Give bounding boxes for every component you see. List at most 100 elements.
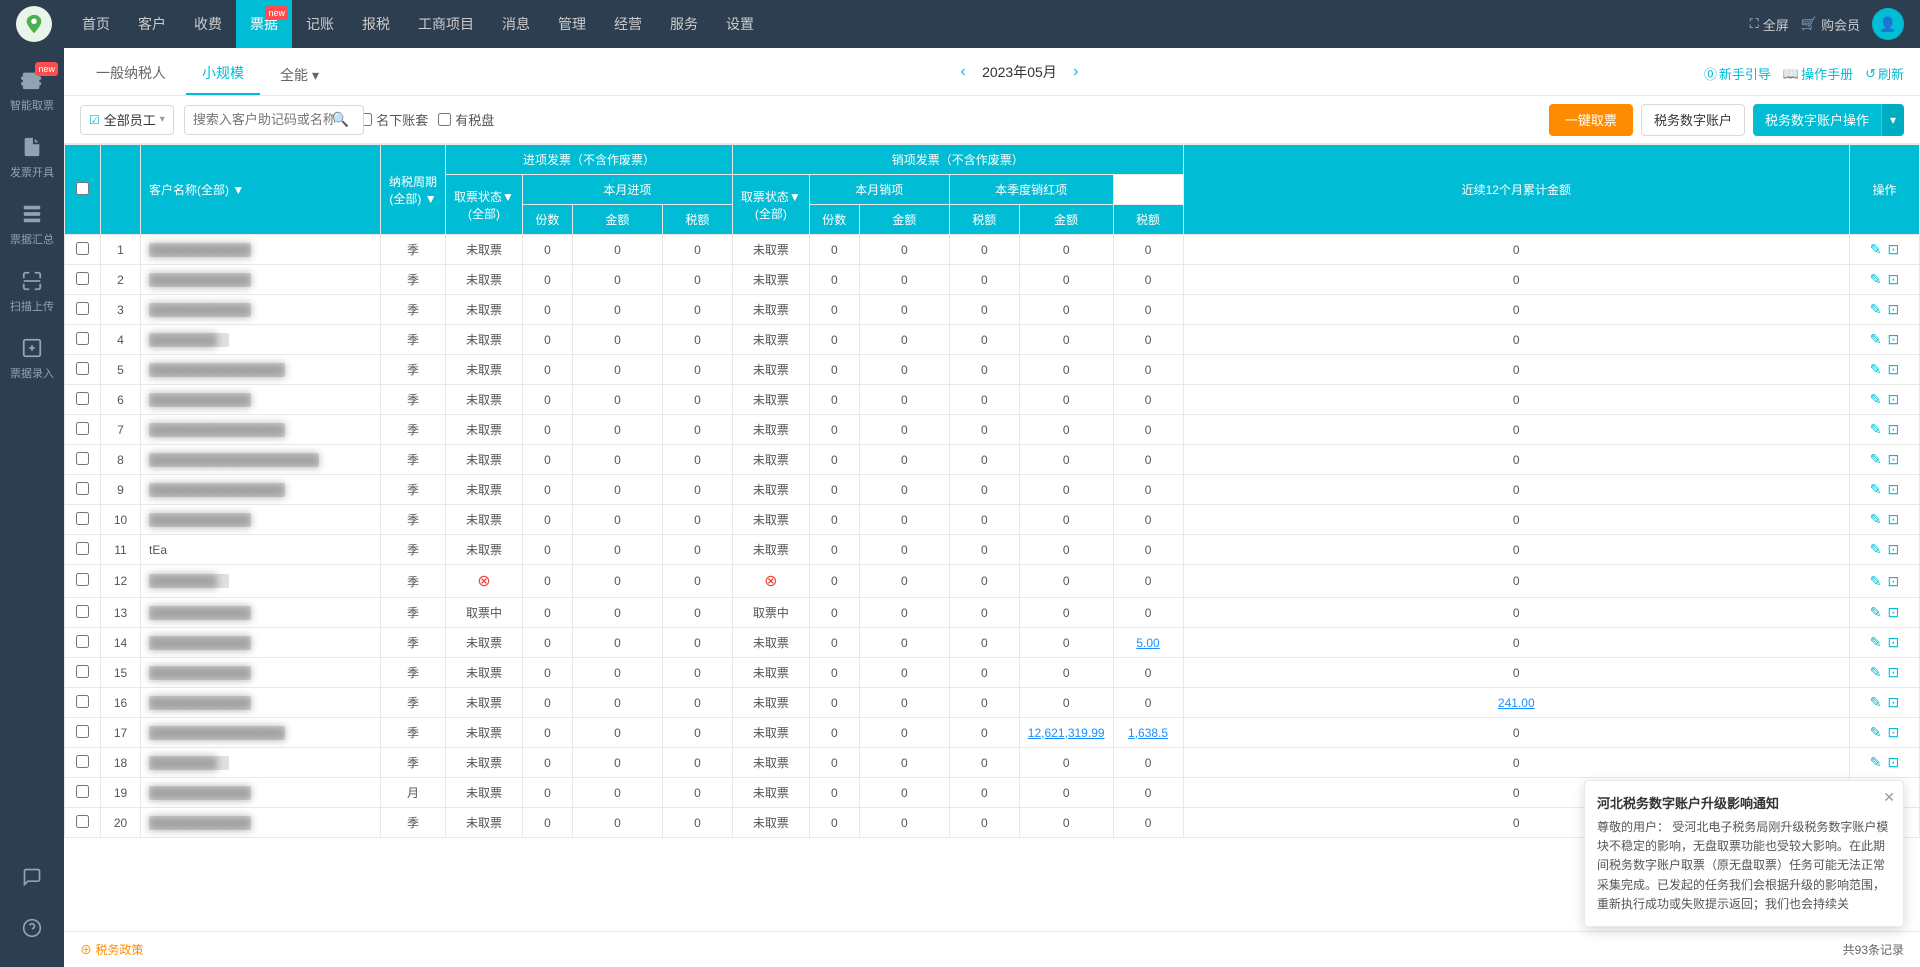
row-checkbox[interactable]	[76, 815, 89, 828]
copy-btn[interactable]: ⊡	[1888, 664, 1900, 681]
edit-btn[interactable]: ✎	[1870, 664, 1882, 681]
cell-checkbox[interactable]	[65, 355, 101, 385]
red-amount-value[interactable]: 12,621,319.99	[1028, 726, 1105, 740]
sidebar-item-smart-ticket[interactable]: 智能取票 new	[0, 56, 64, 123]
sidebar-item-scan[interactable]: 扫描上传	[0, 257, 64, 324]
cell-checkbox[interactable]	[65, 475, 101, 505]
cell-checkbox[interactable]	[65, 565, 101, 598]
digital-account-btn[interactable]: 税务数字账户	[1641, 104, 1745, 136]
nav-home[interactable]: 首页	[68, 0, 124, 48]
row-checkbox[interactable]	[76, 392, 89, 405]
th-out-ticket-status[interactable]: 取票状态▼(全部)	[732, 175, 809, 235]
row-checkbox[interactable]	[76, 665, 89, 678]
copy-btn[interactable]: ⊡	[1888, 541, 1900, 558]
sidebar-item-help[interactable]	[0, 904, 64, 955]
edit-btn[interactable]: ✎	[1870, 421, 1882, 438]
under-account-checkbox[interactable]: 名下账套	[359, 110, 428, 129]
row-checkbox[interactable]	[76, 785, 89, 798]
nav-business[interactable]: 工商项目	[404, 0, 488, 48]
edit-btn[interactable]: ✎	[1870, 511, 1882, 528]
copy-btn[interactable]: ⊡	[1888, 724, 1900, 741]
row-checkbox[interactable]	[76, 573, 89, 586]
nav-operations[interactable]: 经营	[600, 0, 656, 48]
row-checkbox[interactable]	[76, 635, 89, 648]
copy-btn[interactable]: ⊡	[1888, 481, 1900, 498]
cum12-value[interactable]: 241.00	[1498, 696, 1535, 710]
nav-customer[interactable]: 客户	[124, 0, 180, 48]
nav-tax[interactable]: 报税	[348, 0, 404, 48]
nav-service[interactable]: 服务	[656, 0, 712, 48]
copy-btn[interactable]: ⊡	[1888, 271, 1900, 288]
red-tax-value[interactable]: 5.00	[1136, 636, 1159, 650]
has-tax-disk-checkbox-input[interactable]	[438, 113, 451, 126]
cell-checkbox[interactable]	[65, 235, 101, 265]
period-next-btn[interactable]: ›	[1065, 61, 1087, 83]
row-checkbox[interactable]	[76, 542, 89, 555]
copy-btn[interactable]: ⊡	[1888, 451, 1900, 468]
edit-btn[interactable]: ✎	[1870, 541, 1882, 558]
cell-checkbox[interactable]	[65, 748, 101, 778]
th-period[interactable]: 纳税周期(全部) ▼	[381, 145, 446, 235]
copy-btn[interactable]: ⊡	[1888, 754, 1900, 771]
row-checkbox[interactable]	[76, 332, 89, 345]
edit-btn[interactable]: ✎	[1870, 604, 1882, 621]
copy-btn[interactable]: ⊡	[1888, 301, 1900, 318]
sidebar-item-entry[interactable]: 票据录入	[0, 324, 64, 391]
copy-btn[interactable]: ⊡	[1888, 511, 1900, 528]
edit-btn[interactable]: ✎	[1870, 361, 1882, 378]
has-tax-disk-checkbox[interactable]: 有税盘	[438, 110, 494, 129]
new-guide-link[interactable]: ⓪ 新手引导	[1704, 64, 1771, 83]
cell-checkbox[interactable]	[65, 598, 101, 628]
row-checkbox[interactable]	[76, 422, 89, 435]
nav-admin[interactable]: 管理	[544, 0, 600, 48]
tab-all-ability[interactable]: 全能 ▾	[264, 55, 335, 95]
cell-checkbox[interactable]	[65, 385, 101, 415]
edit-btn[interactable]: ✎	[1870, 724, 1882, 741]
cell-checkbox[interactable]	[65, 658, 101, 688]
edit-btn[interactable]: ✎	[1870, 694, 1882, 711]
copy-btn[interactable]: ⊡	[1888, 604, 1900, 621]
edit-btn[interactable]: ✎	[1870, 754, 1882, 771]
row-checkbox[interactable]	[76, 452, 89, 465]
sidebar-item-message[interactable]	[0, 853, 64, 904]
copy-btn[interactable]: ⊡	[1888, 391, 1900, 408]
cell-checkbox[interactable]	[65, 295, 101, 325]
cell-checkbox[interactable]	[65, 718, 101, 748]
edit-btn[interactable]: ✎	[1870, 331, 1882, 348]
digital-ops-arrow-btn[interactable]: ▾	[1881, 104, 1904, 136]
row-checkbox[interactable]	[76, 302, 89, 315]
cell-checkbox[interactable]	[65, 628, 101, 658]
cell-checkbox[interactable]	[65, 445, 101, 475]
th-in-ticket-status[interactable]: 取票状态▼(全部)	[446, 175, 523, 235]
edit-btn[interactable]: ✎	[1870, 451, 1882, 468]
edit-btn[interactable]: ✎	[1870, 391, 1882, 408]
edit-btn[interactable]: ✎	[1870, 634, 1882, 651]
row-checkbox[interactable]	[76, 725, 89, 738]
member-btn[interactable]: 🛒 购会员	[1801, 15, 1860, 34]
copy-btn[interactable]: ⊡	[1888, 573, 1900, 590]
employee-selector[interactable]: ☑ 全部员工 ▾	[80, 105, 174, 135]
copy-btn[interactable]: ⊡	[1888, 241, 1900, 258]
edit-btn[interactable]: ✎	[1870, 573, 1882, 590]
row-checkbox[interactable]	[76, 512, 89, 525]
cell-checkbox[interactable]	[65, 778, 101, 808]
user-avatar[interactable]: 👤	[1872, 8, 1904, 40]
nav-billing[interactable]: 收费	[180, 0, 236, 48]
notification-close-btn[interactable]: ✕	[1883, 789, 1895, 806]
digital-ops-main-btn[interactable]: 税务数字账户操作	[1753, 104, 1881, 136]
edit-btn[interactable]: ✎	[1870, 301, 1882, 318]
fullscreen-btn[interactable]: ⛶ 全屏	[1750, 15, 1789, 34]
search-button[interactable]: 🔍	[332, 111, 349, 128]
tab-general-taxpayer[interactable]: 一般纳税人	[80, 53, 182, 95]
select-all-checkbox[interactable]	[76, 182, 89, 195]
nav-message[interactable]: 消息	[488, 0, 544, 48]
nav-invoice[interactable]: 票据 new	[236, 0, 292, 48]
sidebar-item-summary[interactable]: 票据汇总	[0, 190, 64, 257]
copy-btn[interactable]: ⊡	[1888, 694, 1900, 711]
cell-checkbox[interactable]	[65, 325, 101, 355]
cell-checkbox[interactable]	[65, 415, 101, 445]
red-tax-value[interactable]: 1,638.5	[1128, 726, 1168, 740]
refresh-link[interactable]: ↺ 刷新	[1865, 64, 1904, 83]
one-click-ticket-btn[interactable]: 一键取票	[1549, 104, 1633, 136]
cell-checkbox[interactable]	[65, 535, 101, 565]
